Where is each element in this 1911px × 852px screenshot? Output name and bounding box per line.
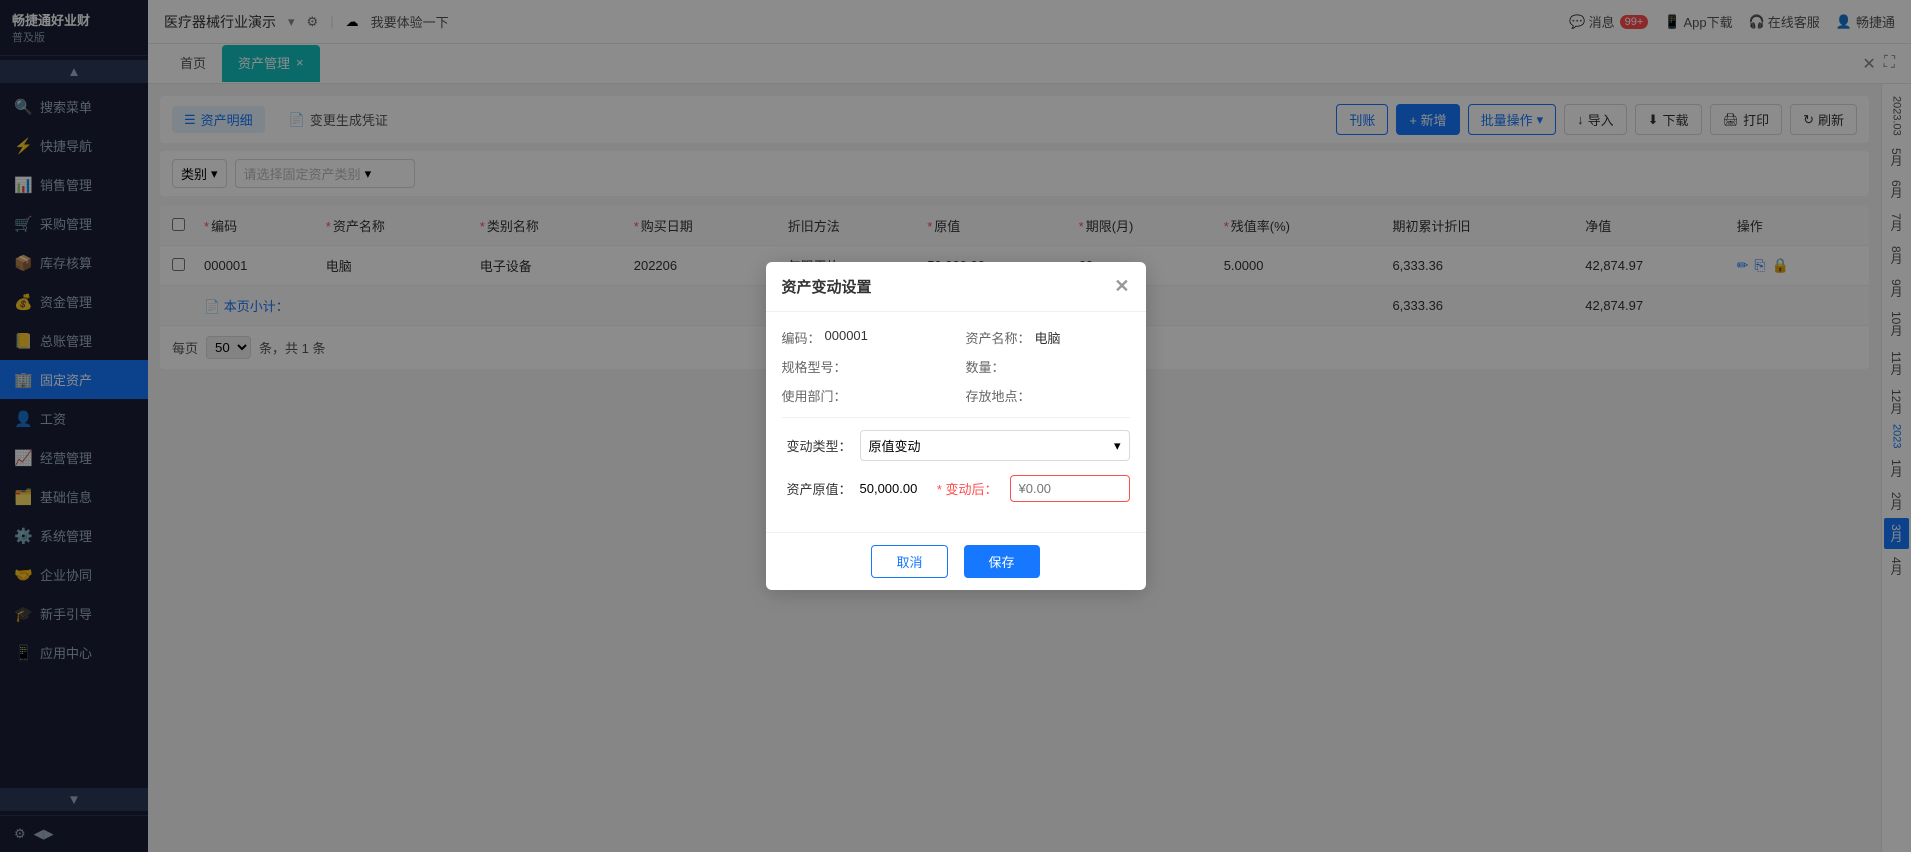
modal-location-label: 存放地点： [966,386,1031,405]
modal-after-label: * 变动后： [937,479,998,498]
modal-dept-field: 使用部门： [782,386,946,405]
modal-asset-name-field: 资产名称： 电脑 [966,328,1130,347]
asset-change-modal: 资产变动设置 ✕ 编码： 000001 资产名称： 电脑 规格型号： 数量： [766,262,1146,590]
modal-change-type-chevron: ▾ [1114,438,1121,454]
modal-overlay: 资产变动设置 ✕ 编码： 000001 资产名称： 电脑 规格型号： 数量： [0,0,1911,852]
modal-code-label: 编码： [782,328,821,347]
modal-change-type-select[interactable]: 原值变动 ▾ [860,430,1130,461]
modal-body: 编码： 000001 资产名称： 电脑 规格型号： 数量： 使用部门： [766,312,1146,532]
modal-change-type-value: 原值变动 [869,436,921,455]
modal-close-button[interactable]: ✕ [1114,276,1129,297]
modal-location-field: 存放地点： [966,386,1130,405]
save-button[interactable]: 保存 [964,545,1040,578]
cancel-button[interactable]: 取消 [871,545,947,578]
modal-title: 资产变动设置 [782,276,872,297]
modal-header: 资产变动设置 ✕ [766,262,1146,312]
modal-code-field: 编码： 000001 [782,328,946,347]
modal-value-row: 资产原值： 50,000.00 * 变动后： [782,475,1130,502]
modal-asset-name-label: 资产名称： [966,328,1031,347]
modal-change-type-label: 变动类型： [782,436,852,455]
modal-info-grid: 编码： 000001 资产名称： 电脑 规格型号： 数量： 使用部门： [782,328,1130,405]
modal-asset-name-value: 电脑 [1035,328,1061,347]
modal-quantity-field: 数量： [966,357,1130,376]
modal-change-type-row: 变动类型： 原值变动 ▾ [782,430,1130,461]
modal-divider [782,417,1130,418]
modal-spec-label: 规格型号： [782,357,847,376]
modal-spec-field: 规格型号： [782,357,946,376]
modal-dept-label: 使用部门： [782,386,847,405]
modal-footer: 取消 保存 [766,532,1146,590]
modal-quantity-label: 数量： [966,357,1005,376]
modal-original-value-label: 资产原值： [782,479,852,498]
modal-original-value-value: 50,000.00 [860,481,929,496]
modal-after-input[interactable] [1010,475,1130,502]
modal-code-value: 000001 [825,328,868,347]
